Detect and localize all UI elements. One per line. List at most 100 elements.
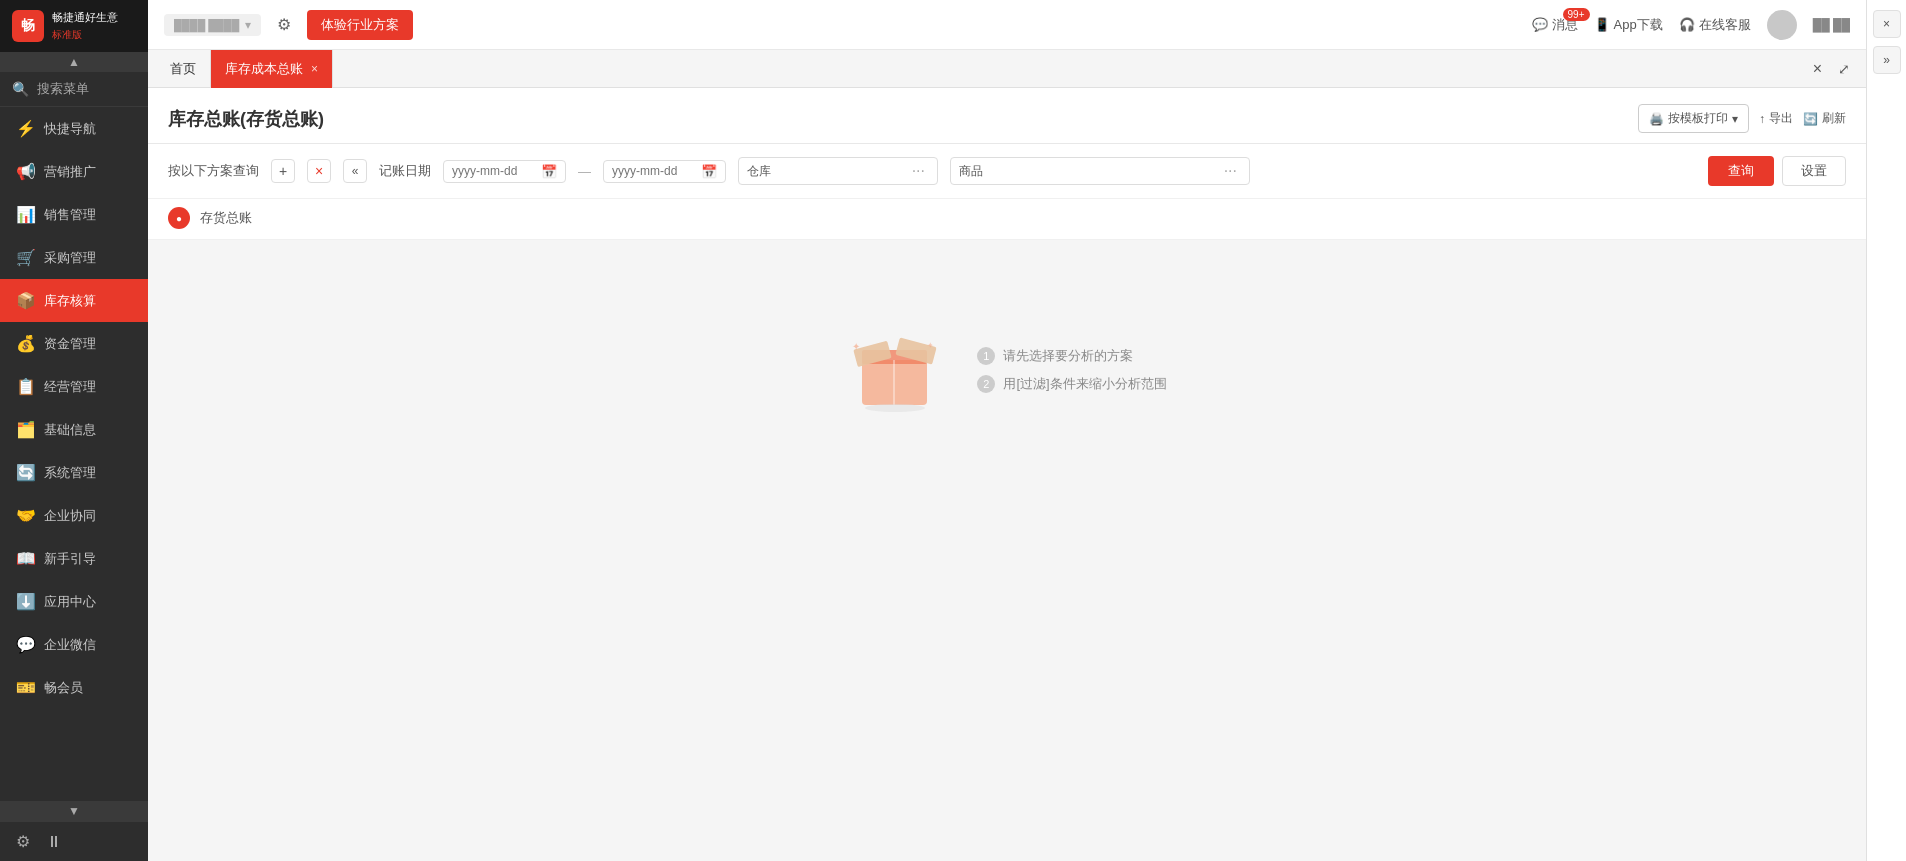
sidebar-scroll-up[interactable]: ▲ [0,52,148,72]
filter-bar: 按以下方案查询 + × « 记账日期 📅 — 📅 仓库 ··· 商品 ··· [148,144,1866,199]
calendar-end-icon[interactable]: 📅 [701,164,717,179]
tab-panel-expand-btn[interactable]: ⤢ [1830,57,1858,81]
tab-panel-close-btn[interactable]: × [1805,56,1830,82]
empty-tip-1: 1 请先选择要分析的方案 [977,347,1166,365]
page-header: 库存总账(存货总账) 🖨️ 按模板打印 ▾ ↑ 导出 🔄 刷新 [148,88,1866,144]
topbar-gear-button[interactable]: ⚙ [269,11,299,38]
right-panel-expand-btn[interactable]: » [1873,46,1901,74]
sidebar-item-quick-nav[interactable]: ⚡ 快捷导航 [0,107,148,150]
sidebar-item-apps[interactable]: ⬇️ 应用中心 [0,580,148,623]
sidebar-item-purchase[interactable]: 🛒 采购管理 [0,236,148,279]
tab-close-btn[interactable]: × [311,62,318,76]
messages-badge: 99+ [1563,8,1590,21]
goods-select[interactable]: 商品 ··· [950,157,1250,185]
gear-icon[interactable]: ⚙ [16,832,30,851]
avatar[interactable] [1767,10,1797,40]
printer-icon: 🖨️ [1649,112,1664,126]
messages-btn[interactable]: 💬 消息 99+ [1532,16,1578,34]
right-panel-close-btn[interactable]: × [1873,10,1901,38]
export-icon: ↑ [1759,112,1765,126]
sidebar-item-label: 采购管理 [44,249,96,267]
empty-state-content: ✦ ✦ 1 请先选择要分析的方案 2 用[过滤]条件来缩小分析范围 [847,320,1166,420]
service-icon: 🎧 [1679,17,1695,32]
sidebar-item-capital[interactable]: 💰 资金管理 [0,322,148,365]
sidebar-item-inventory[interactable]: 📦 库存核算 [0,279,148,322]
sidebar-item-cooperation[interactable]: 🤝 企业协同 [0,494,148,537]
filter-collapse-btn[interactable]: × [307,159,331,183]
sidebar-item-operation[interactable]: 📋 经营管理 [0,365,148,408]
export-label: 导出 [1769,110,1793,127]
page-actions: 🖨️ 按模板打印 ▾ ↑ 导出 🔄 刷新 [1638,104,1846,133]
date-start-field[interactable]: 📅 [443,160,566,183]
sub-filter-icon: ● [168,207,190,229]
industry-btn[interactable]: 体验行业方案 [307,10,413,40]
app-download-btn[interactable]: 📱 App下载 [1594,16,1663,34]
sidebar-item-label: 畅会员 [44,679,83,697]
svg-text:✦: ✦ [852,341,860,352]
settings-btn[interactable]: 设置 [1782,156,1846,186]
marketing-icon: 📢 [16,162,34,181]
sidebar-item-label: 快捷导航 [44,120,96,138]
print-btn[interactable]: 🖨️ 按模板打印 ▾ [1638,104,1749,133]
warehouse-select[interactable]: 仓库 ··· [738,157,938,185]
svg-point-5 [865,404,925,412]
dropdown-icon: ▾ [245,18,251,32]
sound-icon[interactable]: ⏸ [46,833,62,851]
topbar-right: 💬 消息 99+ 📱 App下载 🎧 在线客服 ██ ██ [1532,10,1850,40]
sidebar-footer: ⚙ ⏸ [0,821,148,861]
operation-icon: 📋 [16,377,34,396]
sub-filter-item-ledger[interactable]: 存货总账 [200,209,252,227]
sidebar-item-system[interactable]: 🔄 系统管理 [0,451,148,494]
calendar-start-icon[interactable]: 📅 [541,164,557,179]
warehouse-dots-btn[interactable]: ··· [908,162,929,180]
date-end-input[interactable] [612,164,697,178]
refresh-btn[interactable]: 🔄 刷新 [1803,110,1846,127]
filter-expand-btn[interactable]: « [343,159,367,183]
topbar-left: ████ ████ ▾ ⚙ 体验行业方案 [164,10,1532,40]
sidebar-item-wechat[interactable]: 💬 企业微信 [0,623,148,666]
vip-icon: 🎫 [16,678,34,697]
tab-home[interactable]: 首页 [156,50,211,88]
sidebar-item-marketing[interactable]: 📢 营销推广 [0,150,148,193]
date-start-input[interactable] [452,164,537,178]
sidebar-search[interactable]: 🔍 搜索菜单 [0,72,148,107]
sidebar-item-label: 应用中心 [44,593,96,611]
sales-icon: 📊 [16,205,34,224]
basic-icon: 🗂️ [16,420,34,439]
sidebar-item-label: 营销推广 [44,163,96,181]
sidebar-item-vip[interactable]: 🎫 畅会员 [0,666,148,709]
empty-tip-2: 2 用[过滤]条件来缩小分析范围 [977,375,1166,393]
export-btn[interactable]: ↑ 导出 [1759,110,1793,127]
refresh-icon: 🔄 [1803,112,1818,126]
sidebar-scroll-down[interactable]: ▼ [0,801,148,821]
home-tab-label: 首页 [170,60,196,78]
tip-text-1: 请先选择要分析的方案 [1003,347,1133,365]
refresh-label: 刷新 [1822,110,1846,127]
account-name: ████ ████ [174,19,239,31]
tip-num-2: 2 [977,375,995,393]
query-btn[interactable]: 查询 [1708,156,1774,186]
search-icon: 🔍 [12,81,29,97]
cooperation-icon: 🤝 [16,506,34,525]
right-panel: × » [1866,0,1906,861]
sidebar-item-label: 企业微信 [44,636,96,654]
date-end-field[interactable]: 📅 [603,160,726,183]
service-btn[interactable]: 🎧 在线客服 [1679,16,1751,34]
filter-add-btn[interactable]: + [271,159,295,183]
empty-state: ✦ ✦ 1 请先选择要分析的方案 2 用[过滤]条件来缩小分析范围 [148,240,1866,500]
tab-inventory-ledger[interactable]: 库存成本总账 × [211,50,333,88]
topbar-account[interactable]: ████ ████ ▾ [164,14,261,36]
goods-dots-btn[interactable]: ··· [1220,162,1241,180]
sidebar-item-basic[interactable]: 🗂️ 基础信息 [0,408,148,451]
capital-icon: 💰 [16,334,34,353]
sidebar-item-sales[interactable]: 📊 销售管理 [0,193,148,236]
warehouse-label: 仓库 [747,163,908,180]
print-label: 按模板打印 [1668,110,1728,127]
purchase-icon: 🛒 [16,248,34,267]
sidebar-item-beginner[interactable]: 📖 新手引导 [0,537,148,580]
tip-num-1: 1 [977,347,995,365]
sidebar-item-label: 基础信息 [44,421,96,439]
quick-nav-icon: ⚡ [16,119,34,138]
tip-text-2: 用[过滤]条件来缩小分析范围 [1003,375,1166,393]
empty-illustration: ✦ ✦ [847,320,947,420]
